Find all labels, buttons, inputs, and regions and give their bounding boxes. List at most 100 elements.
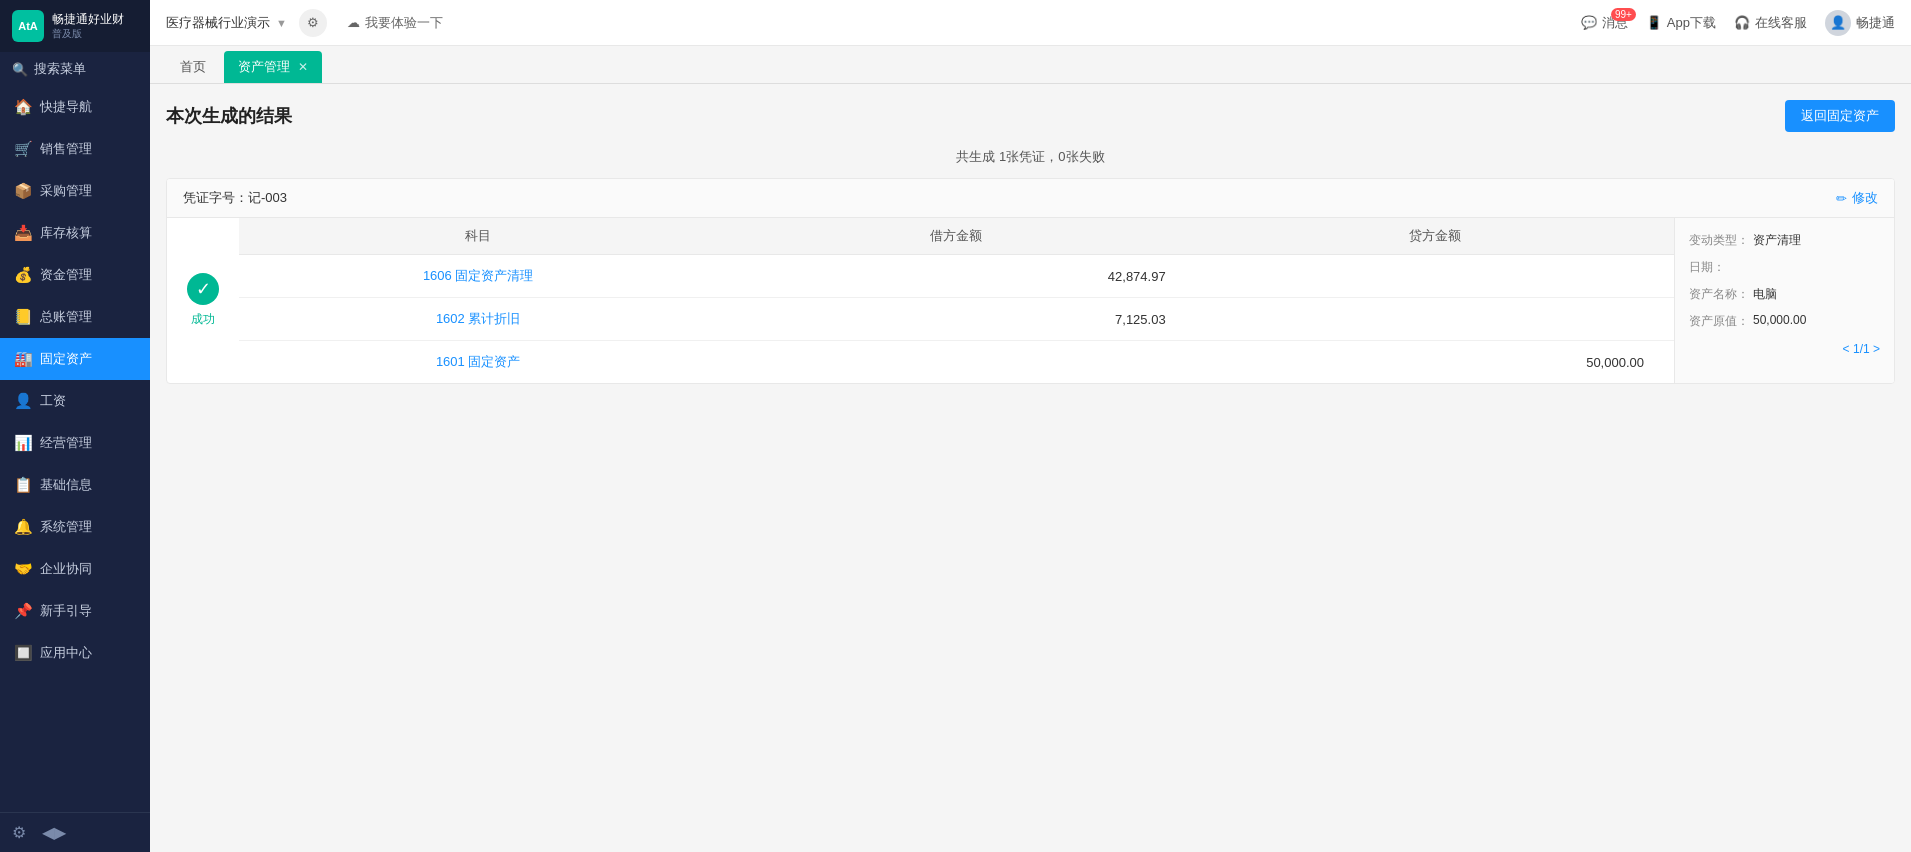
guide-icon: 📌 xyxy=(14,602,32,620)
voucher-number: 凭证字号：记-003 xyxy=(183,189,287,207)
finance-icon: 💰 xyxy=(14,266,32,284)
original-value-label: 资产原值： xyxy=(1689,313,1749,330)
tabbar: 首页 资产管理 ✕ xyxy=(150,46,1911,84)
prev-page-icon[interactable]: < xyxy=(1843,342,1850,356)
voucher-main: ✓ 成功 科目 借方金额 贷方金额 1606 固定资产清理 xyxy=(167,218,1674,383)
sidebar-item-label: 工资 xyxy=(40,392,66,410)
tab-close-icon[interactable]: ✕ xyxy=(298,60,308,74)
summary-text: 共生成 1张凭证，0张失败 xyxy=(166,148,1895,166)
gear-icon: ⚙ xyxy=(307,15,319,30)
sidebar-item-app-center[interactable]: 🔲 应用中心 xyxy=(0,632,150,674)
tab-home[interactable]: 首页 xyxy=(166,51,220,83)
asset-name-row: 资产名称： 电脑 xyxy=(1689,286,1880,303)
side-panel: 变动类型： 资产清理 日期： 资产名称： 电脑 资产原值： 50,000.00 xyxy=(1674,218,1894,383)
sidebar-item-inventory[interactable]: 📥 库存核算 xyxy=(0,212,150,254)
table-header: 科目 借方金额 贷方金额 xyxy=(239,218,1674,255)
company-selector[interactable]: 医疗器械行业演示 ▼ xyxy=(166,14,287,32)
purchase-icon: 📦 xyxy=(14,182,32,200)
system-icon: 🔔 xyxy=(14,518,32,536)
sidebar-item-basic-info[interactable]: 📋 基础信息 xyxy=(0,464,150,506)
settings-icon[interactable]: ⚙ xyxy=(12,823,26,842)
inventory-icon: 📥 xyxy=(14,224,32,242)
col-subject: 科目 xyxy=(239,218,717,254)
tab-asset-management[interactable]: 资产管理 ✕ xyxy=(224,51,322,83)
operations-icon: 📊 xyxy=(14,434,32,452)
sidebar-item-guide[interactable]: 📌 新手引导 xyxy=(0,590,150,632)
sidebar-item-label: 基础信息 xyxy=(40,476,92,494)
edit-icon: ✏ xyxy=(1836,191,1847,206)
topbar: 医疗器械行业演示 ▼ ⚙ ☁ 我要体验一下 💬 消息 99+ 📱 App下载 🎧… xyxy=(150,0,1911,46)
asset-name-value: 电脑 xyxy=(1753,286,1777,303)
row1-credit xyxy=(1196,264,1674,288)
sidebar-search[interactable]: 🔍 搜索菜单 xyxy=(0,52,150,86)
change-type-row: 变动类型： 资产清理 xyxy=(1689,232,1880,249)
content-area: 本次生成的结果 返回固定资产 共生成 1张凭证，0张失败 凭证字号：记-003 … xyxy=(150,84,1911,852)
basic-info-icon: 📋 xyxy=(14,476,32,494)
voucher-body: ✓ 成功 科目 借方金额 贷方金额 1606 固定资产清理 xyxy=(167,218,1894,383)
page-title-row: 本次生成的结果 返回固定资产 xyxy=(166,100,1895,132)
app-download-button[interactable]: 📱 App下载 xyxy=(1646,14,1716,32)
experience-icon: ☁ xyxy=(347,15,360,30)
row2-subject[interactable]: 1602 累计折旧 xyxy=(239,298,717,340)
date-row: 日期： xyxy=(1689,259,1880,276)
page-info: 1/1 xyxy=(1853,342,1873,356)
sidebar-item-enterprise[interactable]: 🤝 企业协同 xyxy=(0,548,150,590)
app-download-label: App下载 xyxy=(1667,14,1716,32)
sales-icon: 🛒 xyxy=(14,140,32,158)
download-icon: 📱 xyxy=(1646,15,1662,30)
online-support-button[interactable]: 🎧 在线客服 xyxy=(1734,14,1807,32)
date-label: 日期： xyxy=(1689,259,1747,276)
sidebar-item-fixed-assets[interactable]: 🏭 固定资产 xyxy=(0,338,150,380)
experience-button[interactable]: ☁ 我要体验一下 xyxy=(347,14,443,32)
sidebar-item-payroll[interactable]: 👤 工资 xyxy=(0,380,150,422)
col-credit: 贷方金额 xyxy=(1196,218,1674,254)
sidebar: AtA 畅捷通好业财 普及版 🔍 搜索菜单 🏠 快捷导航 🛒 销售管理 📦 采购… xyxy=(0,0,150,852)
user-name: 畅捷通 xyxy=(1856,14,1895,32)
sidebar-item-system[interactable]: 🔔 系统管理 xyxy=(0,506,150,548)
sidebar-item-label: 库存核算 xyxy=(40,224,92,242)
sidebar-item-sales[interactable]: 🛒 销售管理 xyxy=(0,128,150,170)
search-icon: 🔍 xyxy=(12,62,28,77)
enterprise-icon: 🤝 xyxy=(14,560,32,578)
voucher-table: 科目 借方金额 贷方金额 1606 固定资产清理 42,874.97 1602 … xyxy=(239,218,1674,383)
collapse-icon[interactable]: ◀▶ xyxy=(42,823,66,842)
user-profile[interactable]: 👤 畅捷通 xyxy=(1825,10,1895,36)
company-name: 医疗器械行业演示 xyxy=(166,14,270,32)
sidebar-item-label: 采购管理 xyxy=(40,182,92,200)
voucher-container: 凭证字号：记-003 ✏ 修改 ✓ 成功 xyxy=(166,178,1895,384)
voucher-header: 凭证字号：记-003 ✏ 修改 xyxy=(167,179,1894,218)
sidebar-item-quick-nav[interactable]: 🏠 快捷导航 xyxy=(0,86,150,128)
row3-subject[interactable]: 1601 固定资产 xyxy=(239,341,717,383)
sidebar-bottom: ⚙ ◀▶ xyxy=(0,812,150,852)
row3-credit: 50,000.00 xyxy=(1196,343,1674,382)
side-panel-pagination: < 1/1 > xyxy=(1689,342,1880,356)
support-icon: 🎧 xyxy=(1734,15,1750,30)
success-icon: ✓ xyxy=(187,273,219,305)
sidebar-item-purchase[interactable]: 📦 采购管理 xyxy=(0,170,150,212)
sidebar-item-ledger[interactable]: 📒 总账管理 xyxy=(0,296,150,338)
row1-subject[interactable]: 1606 固定资产清理 xyxy=(239,255,717,297)
col-debit: 借方金额 xyxy=(717,218,1195,254)
original-value-value: 50,000.00 xyxy=(1753,313,1806,327)
page-title: 本次生成的结果 xyxy=(166,104,292,128)
message-icon: 💬 xyxy=(1581,15,1597,30)
edit-button-label: 修改 xyxy=(1852,189,1878,207)
change-type-label: 变动类型： xyxy=(1689,232,1749,249)
return-button[interactable]: 返回固定资产 xyxy=(1785,100,1895,132)
table-row: 1606 固定资产清理 42,874.97 xyxy=(239,255,1674,298)
messages-badge: 99+ xyxy=(1611,8,1636,21)
edit-button[interactable]: ✏ 修改 xyxy=(1836,189,1878,207)
sidebar-item-label: 销售管理 xyxy=(40,140,92,158)
row2-credit xyxy=(1196,307,1674,331)
logo-name: 畅捷通好业财 xyxy=(52,11,124,28)
sidebar-item-label: 应用中心 xyxy=(40,644,92,662)
logo-version: 普及版 xyxy=(52,27,124,41)
messages-button[interactable]: 💬 消息 99+ xyxy=(1581,14,1628,32)
sidebar-item-operations[interactable]: 📊 经营管理 xyxy=(0,422,150,464)
next-page-icon[interactable]: > xyxy=(1873,342,1880,356)
sidebar-item-finance[interactable]: 💰 资金管理 xyxy=(0,254,150,296)
settings-button[interactable]: ⚙ xyxy=(299,9,327,37)
tab-home-label: 首页 xyxy=(180,58,206,76)
sidebar-item-label: 固定资产 xyxy=(40,350,92,368)
chevron-down-icon: ▼ xyxy=(276,17,287,29)
